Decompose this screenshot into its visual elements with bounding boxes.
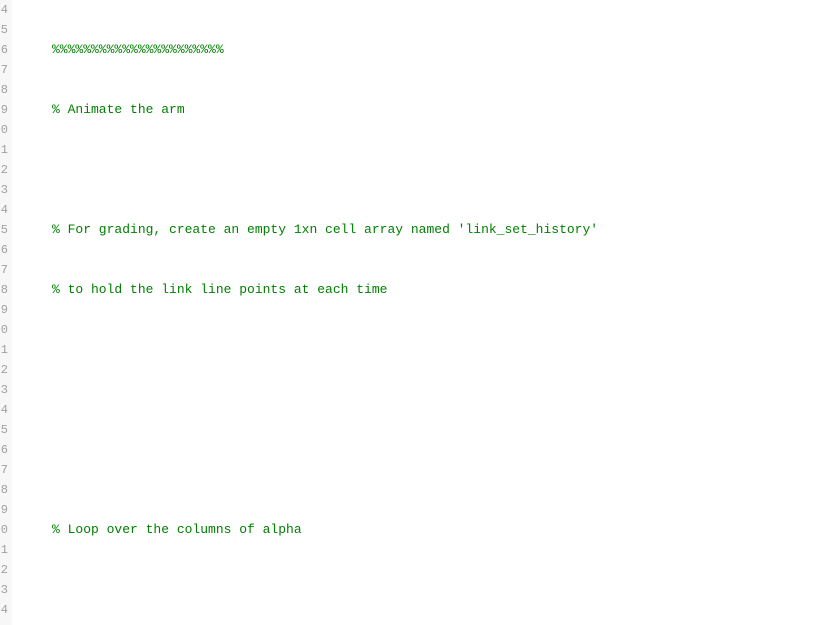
code-line[interactable]: [20, 400, 826, 420]
line-number-gutter: 4 5 6 7 8 9 0 1 2 3 4 5 6 7 8 9 0 1 2 3 …: [0, 0, 12, 625]
line-number: 3: [0, 580, 8, 600]
line-number: 7: [0, 460, 8, 480]
line-number: 4: [0, 600, 8, 620]
line-number: 8: [0, 280, 8, 300]
comment-text: % For grading, create an empty 1xn cell …: [52, 222, 598, 237]
line-number: 8: [0, 80, 8, 100]
code-line[interactable]: %%%%%%%%%%%%%%%%%%%%%%: [20, 40, 826, 60]
code-line[interactable]: % to hold the link line points at each t…: [20, 280, 826, 300]
code-line[interactable]: [20, 340, 826, 360]
line-number: 9: [0, 300, 8, 320]
line-number: 2: [0, 160, 8, 180]
line-number: 5: [0, 20, 8, 40]
line-number: 1: [0, 340, 8, 360]
code-line[interactable]: [20, 460, 826, 480]
line-number: 9: [0, 100, 8, 120]
line-number: 3: [0, 380, 8, 400]
line-number: 4: [0, 400, 8, 420]
code-line[interactable]: % Animate the arm: [20, 100, 826, 120]
line-number: 4: [0, 200, 8, 220]
line-number: 6: [0, 240, 8, 260]
line-number: 8: [0, 480, 8, 500]
line-number: 2: [0, 360, 8, 380]
line-number: 2: [0, 560, 8, 580]
line-number: 1: [0, 540, 8, 560]
line-number: 6: [0, 40, 8, 60]
line-number: 9: [0, 500, 8, 520]
comment-text: %%%%%%%%%%%%%%%%%%%%%%: [52, 42, 224, 57]
line-number: 6: [0, 440, 8, 460]
line-number: 7: [0, 260, 8, 280]
line-number: 5: [0, 420, 8, 440]
code-editor[interactable]: %%%%%%%%%%%%%%%%%%%%%% % Animate the arm…: [12, 0, 826, 625]
code-line[interactable]: [20, 160, 826, 180]
comment-text: % to hold the link line points at each t…: [52, 282, 387, 297]
line-number: 3: [0, 180, 8, 200]
line-number: 5: [0, 220, 8, 240]
line-number: 0: [0, 520, 8, 540]
line-number: 0: [0, 320, 8, 340]
line-number: 0: [0, 120, 8, 140]
comment-text: % Loop over the columns of alpha: [52, 522, 302, 537]
code-line[interactable]: [20, 580, 826, 600]
line-number: 7: [0, 60, 8, 80]
code-line[interactable]: % Loop over the columns of alpha: [20, 520, 826, 540]
comment-text: % Animate the arm: [52, 102, 185, 117]
line-number: 4: [0, 0, 8, 20]
code-line[interactable]: % For grading, create an empty 1xn cell …: [20, 220, 826, 240]
line-number: 1: [0, 140, 8, 160]
